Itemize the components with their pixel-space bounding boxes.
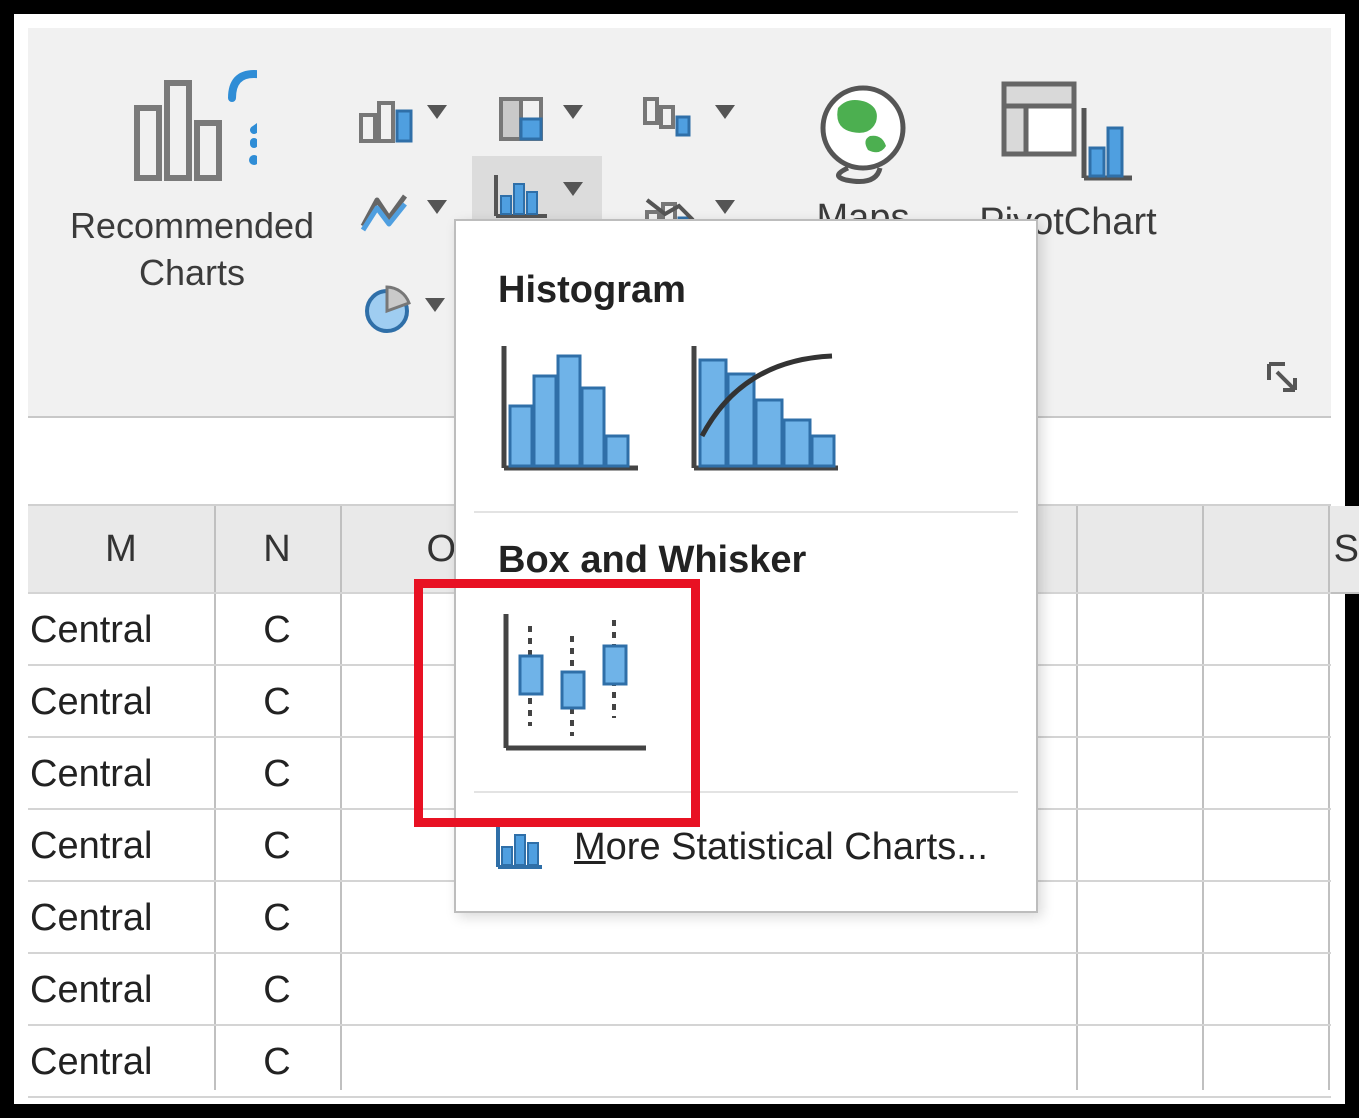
box-whisker-chart-option[interactable] xyxy=(492,606,652,761)
box-whisker-icon xyxy=(492,606,652,756)
chevron-down-icon xyxy=(715,200,735,214)
statistic-chart-dropdown: Histogram xyxy=(454,219,1038,913)
chevron-down-icon xyxy=(563,105,583,119)
pie-chart-icon xyxy=(361,285,413,337)
statistic-chart-small-icon xyxy=(492,823,546,871)
cell-N[interactable]: C xyxy=(214,1028,340,1096)
waterfall-chart-icon xyxy=(643,93,703,143)
globe-icon xyxy=(808,78,918,188)
chevron-down-icon xyxy=(563,182,583,196)
insert-line-chart-button[interactable] xyxy=(348,168,458,258)
chevron-down-icon xyxy=(425,298,445,312)
dialog-launcher-icon xyxy=(1265,360,1301,396)
recommended-charts-icon xyxy=(127,68,257,188)
more-statistical-charts-label: More Statistical Charts... xyxy=(574,826,988,869)
cell-N[interactable]: C xyxy=(214,812,340,880)
column-header-O[interactable]: O xyxy=(340,506,464,594)
more-statistical-charts-item[interactable]: More Statistical Charts... xyxy=(456,793,1036,871)
cell-N[interactable]: C xyxy=(214,884,340,952)
cell-M[interactable]: Central xyxy=(28,884,216,952)
insert-pie-chart-button[interactable] xyxy=(348,266,458,356)
column-header-M[interactable]: M xyxy=(28,506,214,594)
cell-M[interactable]: Central xyxy=(28,740,216,808)
maps-button[interactable]: Maps xyxy=(788,78,938,240)
cell-M[interactable]: Central xyxy=(28,668,216,736)
cell-M[interactable]: Central xyxy=(28,812,216,880)
insert-waterfall-chart-button[interactable] xyxy=(634,73,744,163)
column-header-N[interactable]: N xyxy=(214,506,340,594)
hierarchy-chart-icon xyxy=(495,93,551,143)
cell-N[interactable]: C xyxy=(214,956,340,1024)
chevron-down-icon xyxy=(427,200,447,214)
pareto-icon xyxy=(682,336,842,476)
charts-dialog-launcher[interactable] xyxy=(1265,360,1301,396)
column-header-S[interactable]: S xyxy=(1076,506,1359,594)
chevron-down-icon xyxy=(715,105,735,119)
insert-hierarchy-chart-button[interactable] xyxy=(484,73,594,163)
cell-M[interactable]: Central xyxy=(28,596,216,664)
histogram-section-title: Histogram xyxy=(456,221,1036,336)
statistic-chart-icon xyxy=(491,170,551,220)
recommended-charts-label: Recommended Charts xyxy=(52,203,332,297)
insert-column-chart-button[interactable] xyxy=(348,73,458,163)
cell-N[interactable]: C xyxy=(214,668,340,736)
pivotchart-icon xyxy=(998,78,1138,188)
histogram-icon xyxy=(492,336,642,476)
recommended-charts-button[interactable]: Recommended Charts xyxy=(52,68,332,297)
chevron-down-icon xyxy=(427,105,447,119)
box-whisker-section-title: Box and Whisker xyxy=(456,513,1036,606)
app-frame: Recommended Charts xyxy=(0,0,1359,1118)
cell-M[interactable]: Central xyxy=(28,1028,216,1096)
column-chart-icon xyxy=(359,93,415,143)
cell-N[interactable]: C xyxy=(214,740,340,808)
histogram-chart-option[interactable] xyxy=(492,336,642,481)
pareto-chart-option[interactable] xyxy=(682,336,842,481)
cell-M[interactable]: Central xyxy=(28,956,216,1024)
line-chart-icon xyxy=(359,190,415,236)
cell-N[interactable]: C xyxy=(214,596,340,664)
